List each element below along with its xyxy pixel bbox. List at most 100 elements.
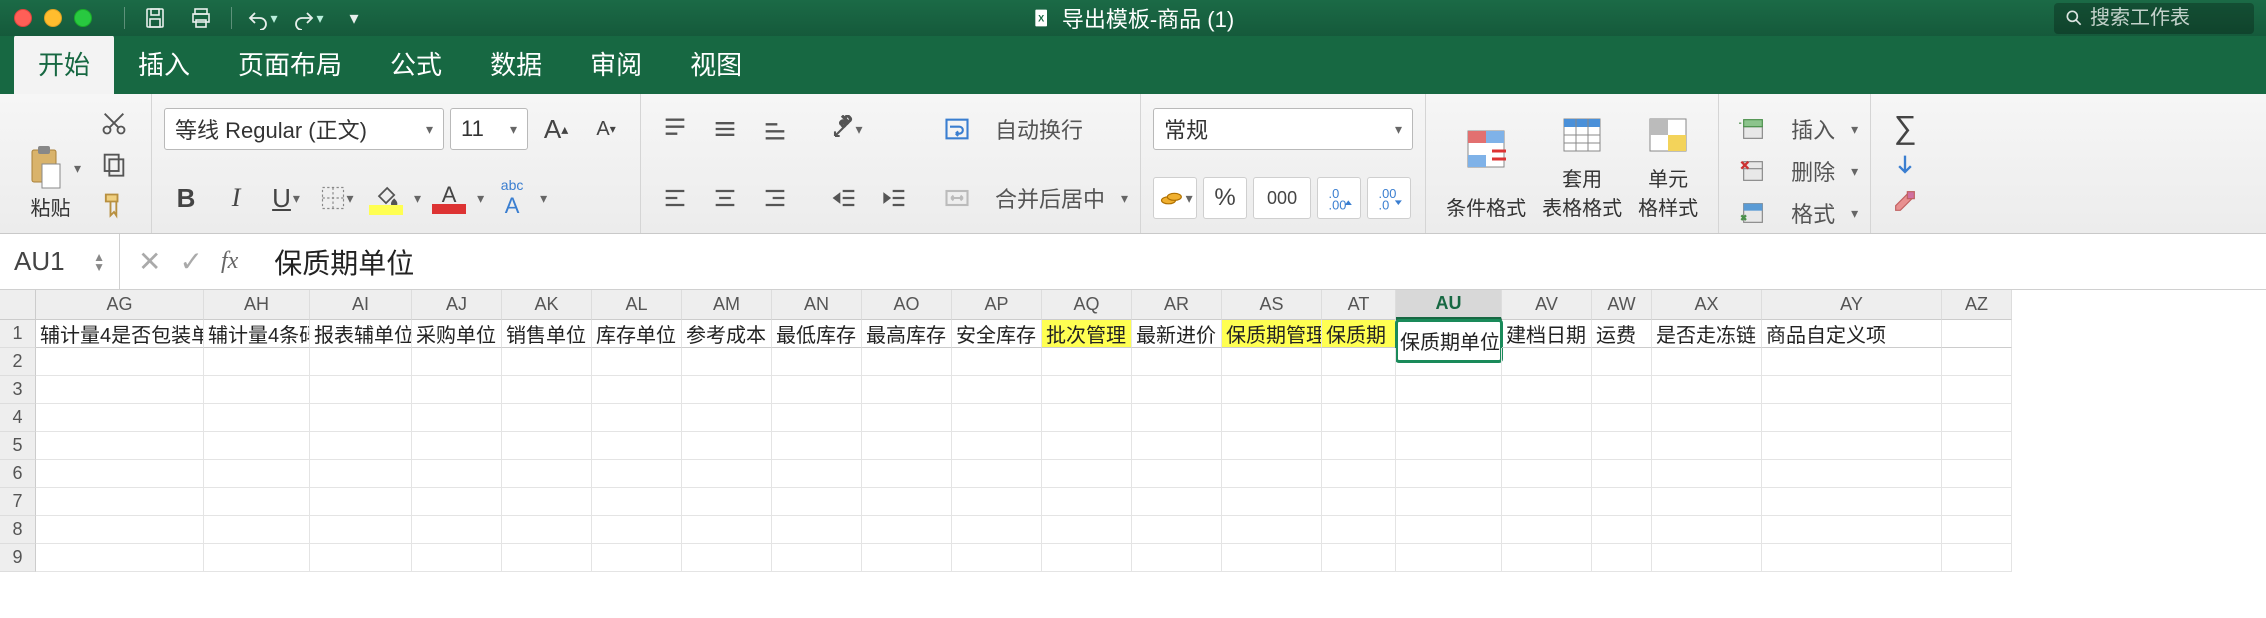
cell[interactable] xyxy=(682,376,772,404)
currency-icon[interactable]: ▾ xyxy=(1153,177,1197,219)
cell[interactable] xyxy=(1652,348,1762,376)
cell[interactable] xyxy=(1762,404,1942,432)
column-header[interactable]: AL xyxy=(592,290,682,320)
cell[interactable] xyxy=(1396,404,1502,432)
cell[interactable] xyxy=(1396,460,1502,488)
cell[interactable] xyxy=(502,460,592,488)
merge-center-button[interactable]: 合并后居中 ▾ xyxy=(935,177,1128,219)
cell[interactable] xyxy=(1396,376,1502,404)
cell[interactable]: 辅计量4是否包装单位 xyxy=(36,320,204,348)
select-all-corner[interactable] xyxy=(0,290,36,320)
cell[interactable] xyxy=(310,544,412,572)
cell[interactable] xyxy=(592,348,682,376)
font-size-select[interactable]: 11▾ xyxy=(450,108,528,150)
cell[interactable]: 运费 xyxy=(1592,320,1652,348)
cell[interactable] xyxy=(502,348,592,376)
cell[interactable]: 保质期管理 xyxy=(1222,320,1322,348)
cell[interactable] xyxy=(36,488,204,516)
column-header[interactable]: AU xyxy=(1396,290,1502,320)
cell[interactable] xyxy=(772,376,862,404)
cell[interactable] xyxy=(1042,432,1132,460)
cell[interactable] xyxy=(204,488,310,516)
italic-icon[interactable]: I xyxy=(214,177,258,219)
close-window-button[interactable] xyxy=(14,9,32,27)
cell[interactable] xyxy=(1222,544,1322,572)
cell[interactable] xyxy=(952,432,1042,460)
cell[interactable]: 辅计量4条码 xyxy=(204,320,310,348)
cell[interactable] xyxy=(862,404,952,432)
cell[interactable] xyxy=(1396,488,1502,516)
customize-qat-icon[interactable]: ▾ xyxy=(334,4,374,32)
cell[interactable] xyxy=(1322,460,1396,488)
clear-icon[interactable] xyxy=(1883,183,1927,219)
cell[interactable] xyxy=(1132,488,1222,516)
column-header[interactable]: AS xyxy=(1222,290,1322,320)
row-header[interactable]: 6 xyxy=(0,460,36,488)
cell[interactable] xyxy=(204,376,310,404)
cell[interactable] xyxy=(1652,376,1762,404)
cell[interactable] xyxy=(1502,376,1592,404)
cell[interactable] xyxy=(1592,460,1652,488)
cell[interactable] xyxy=(1322,348,1396,376)
cell[interactable] xyxy=(1502,432,1592,460)
cell[interactable] xyxy=(1396,516,1502,544)
align-bottom-icon[interactable] xyxy=(753,108,797,150)
cell[interactable] xyxy=(1502,544,1592,572)
autosum-icon[interactable]: ∑ xyxy=(1883,108,1927,147)
cell[interactable] xyxy=(1762,460,1942,488)
cell[interactable] xyxy=(1762,488,1942,516)
cell[interactable] xyxy=(682,488,772,516)
name-box[interactable]: AU1 ▲▼ xyxy=(0,234,120,289)
cell[interactable] xyxy=(952,348,1042,376)
column-header[interactable]: AZ xyxy=(1942,290,2012,320)
cell[interactable] xyxy=(1042,544,1132,572)
cell[interactable] xyxy=(1652,488,1762,516)
cell[interactable] xyxy=(502,544,592,572)
underline-icon[interactable]: U▾ xyxy=(264,177,308,219)
print-icon[interactable] xyxy=(181,4,221,32)
cell[interactable] xyxy=(682,348,772,376)
cell[interactable] xyxy=(952,544,1042,572)
tab-data[interactable]: 数据 xyxy=(466,35,566,94)
cell[interactable] xyxy=(772,516,862,544)
cell[interactable] xyxy=(1942,320,2012,348)
cell[interactable] xyxy=(592,404,682,432)
fill-icon[interactable] xyxy=(1883,147,1927,183)
cell[interactable] xyxy=(1502,460,1592,488)
cell[interactable] xyxy=(862,516,952,544)
cell[interactable] xyxy=(592,544,682,572)
cell[interactable] xyxy=(1222,348,1322,376)
cell[interactable] xyxy=(862,544,952,572)
cell[interactable] xyxy=(682,432,772,460)
cell[interactable] xyxy=(772,348,862,376)
formula-input[interactable] xyxy=(268,246,2266,278)
cell[interactable] xyxy=(1322,404,1396,432)
row-header[interactable]: 4 xyxy=(0,404,36,432)
cell[interactable] xyxy=(772,544,862,572)
cell[interactable] xyxy=(772,460,862,488)
cell[interactable]: 参考成本 xyxy=(682,320,772,348)
cell[interactable] xyxy=(1322,516,1396,544)
cell[interactable] xyxy=(952,376,1042,404)
cell[interactable]: 建档日期 xyxy=(1502,320,1592,348)
cell[interactable] xyxy=(1762,348,1942,376)
cell[interactable] xyxy=(36,376,204,404)
cell[interactable] xyxy=(310,460,412,488)
insert-cells-button[interactable]: 插入▾ xyxy=(1731,108,1858,150)
cell[interactable] xyxy=(36,432,204,460)
cell[interactable] xyxy=(412,516,502,544)
align-right-icon[interactable] xyxy=(753,177,797,219)
column-header[interactable]: AG xyxy=(36,290,204,320)
cell[interactable] xyxy=(1132,376,1222,404)
decrease-indent-icon[interactable] xyxy=(823,177,867,219)
cell[interactable] xyxy=(1322,488,1396,516)
align-center-icon[interactable] xyxy=(703,177,747,219)
cell[interactable]: 商品自定义项 xyxy=(1762,320,1942,348)
increase-decimal-icon[interactable]: .0.00 xyxy=(1317,177,1361,219)
cell[interactable] xyxy=(592,460,682,488)
cell[interactable] xyxy=(204,432,310,460)
cell[interactable] xyxy=(1942,432,2012,460)
tab-formulas[interactable]: 公式 xyxy=(366,35,466,94)
cell[interactable] xyxy=(412,432,502,460)
cell[interactable] xyxy=(1942,460,2012,488)
